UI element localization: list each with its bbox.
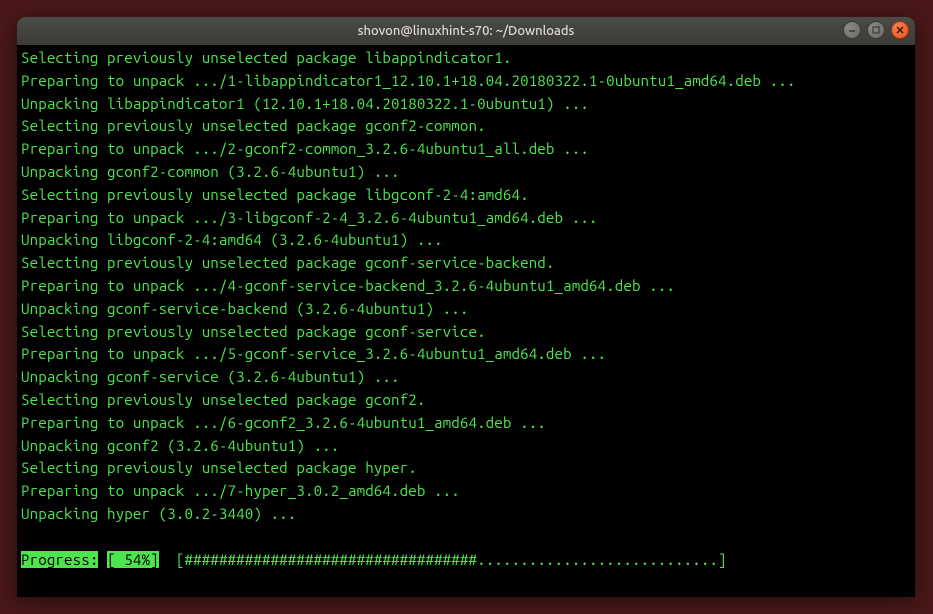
- terminal-line: Selecting previously unselected package …: [21, 254, 555, 271]
- progress-label: Progress:: [21, 551, 98, 568]
- progress-line: Progress: [ 54%] [######################…: [21, 549, 735, 572]
- terminal-line: Unpacking gconf-service-backend (3.2.6-4…: [21, 300, 468, 317]
- terminal-line: Unpacking hyper (3.0.2-3440) ...: [21, 505, 296, 522]
- maximize-button[interactable]: [867, 21, 885, 39]
- terminal-line: Preparing to unpack .../7-hyper_3.0.2_am…: [21, 482, 460, 499]
- minimize-icon: [848, 26, 856, 34]
- terminal-line: Selecting previously unselected package …: [21, 391, 425, 408]
- terminal-line: Unpacking libgconf-2-4:amd64 (3.2.6-4ubu…: [21, 231, 443, 248]
- terminal-line: Unpacking gconf2 (3.2.6-4ubuntu1) ...: [21, 437, 339, 454]
- terminal-line: Preparing to unpack .../4-gconf-service-…: [21, 277, 675, 294]
- maximize-icon: [872, 26, 880, 34]
- window-controls: [843, 21, 909, 39]
- close-icon: [896, 26, 904, 34]
- terminal-line: Preparing to unpack .../1-libappindicato…: [21, 72, 795, 89]
- close-button[interactable]: [891, 21, 909, 39]
- titlebar[interactable]: shovon@linuxhint-s70: ~/Downloads: [17, 17, 915, 45]
- terminal-line: Selecting previously unselected package …: [21, 323, 486, 340]
- terminal-line: Preparing to unpack .../5-gconf-service_…: [21, 345, 606, 362]
- progress-percent: [ 54%]: [107, 551, 159, 568]
- terminal-line: Unpacking gconf-service (3.2.6-4ubuntu1)…: [21, 368, 400, 385]
- terminal-line: Unpacking gconf2-common (3.2.6-4ubuntu1)…: [21, 163, 400, 180]
- terminal-line: Preparing to unpack .../3-libgconf-2-4_3…: [21, 209, 598, 226]
- terminal-line: Selecting previously unselected package …: [21, 459, 417, 476]
- terminal-line: Selecting previously unselected package …: [21, 117, 486, 134]
- terminal-line: Selecting previously unselected package …: [21, 49, 512, 66]
- terminal-line: Preparing to unpack .../2-gconf2-common_…: [21, 140, 589, 157]
- terminal-body[interactable]: Selecting previously unselected package …: [17, 45, 915, 573]
- progress-bar: [##################################.....…: [176, 551, 735, 568]
- terminal-window: shovon@linuxhint-s70: ~/Downloads Select…: [17, 17, 915, 597]
- window-title: shovon@linuxhint-s70: ~/Downloads: [358, 24, 575, 38]
- terminal-line: Preparing to unpack .../6-gconf2_3.2.6-4…: [21, 414, 546, 431]
- minimize-button[interactable]: [843, 21, 861, 39]
- terminal-line: Unpacking libappindicator1 (12.10.1+18.0…: [21, 95, 589, 112]
- terminal-line: Selecting previously unselected package …: [21, 186, 529, 203]
